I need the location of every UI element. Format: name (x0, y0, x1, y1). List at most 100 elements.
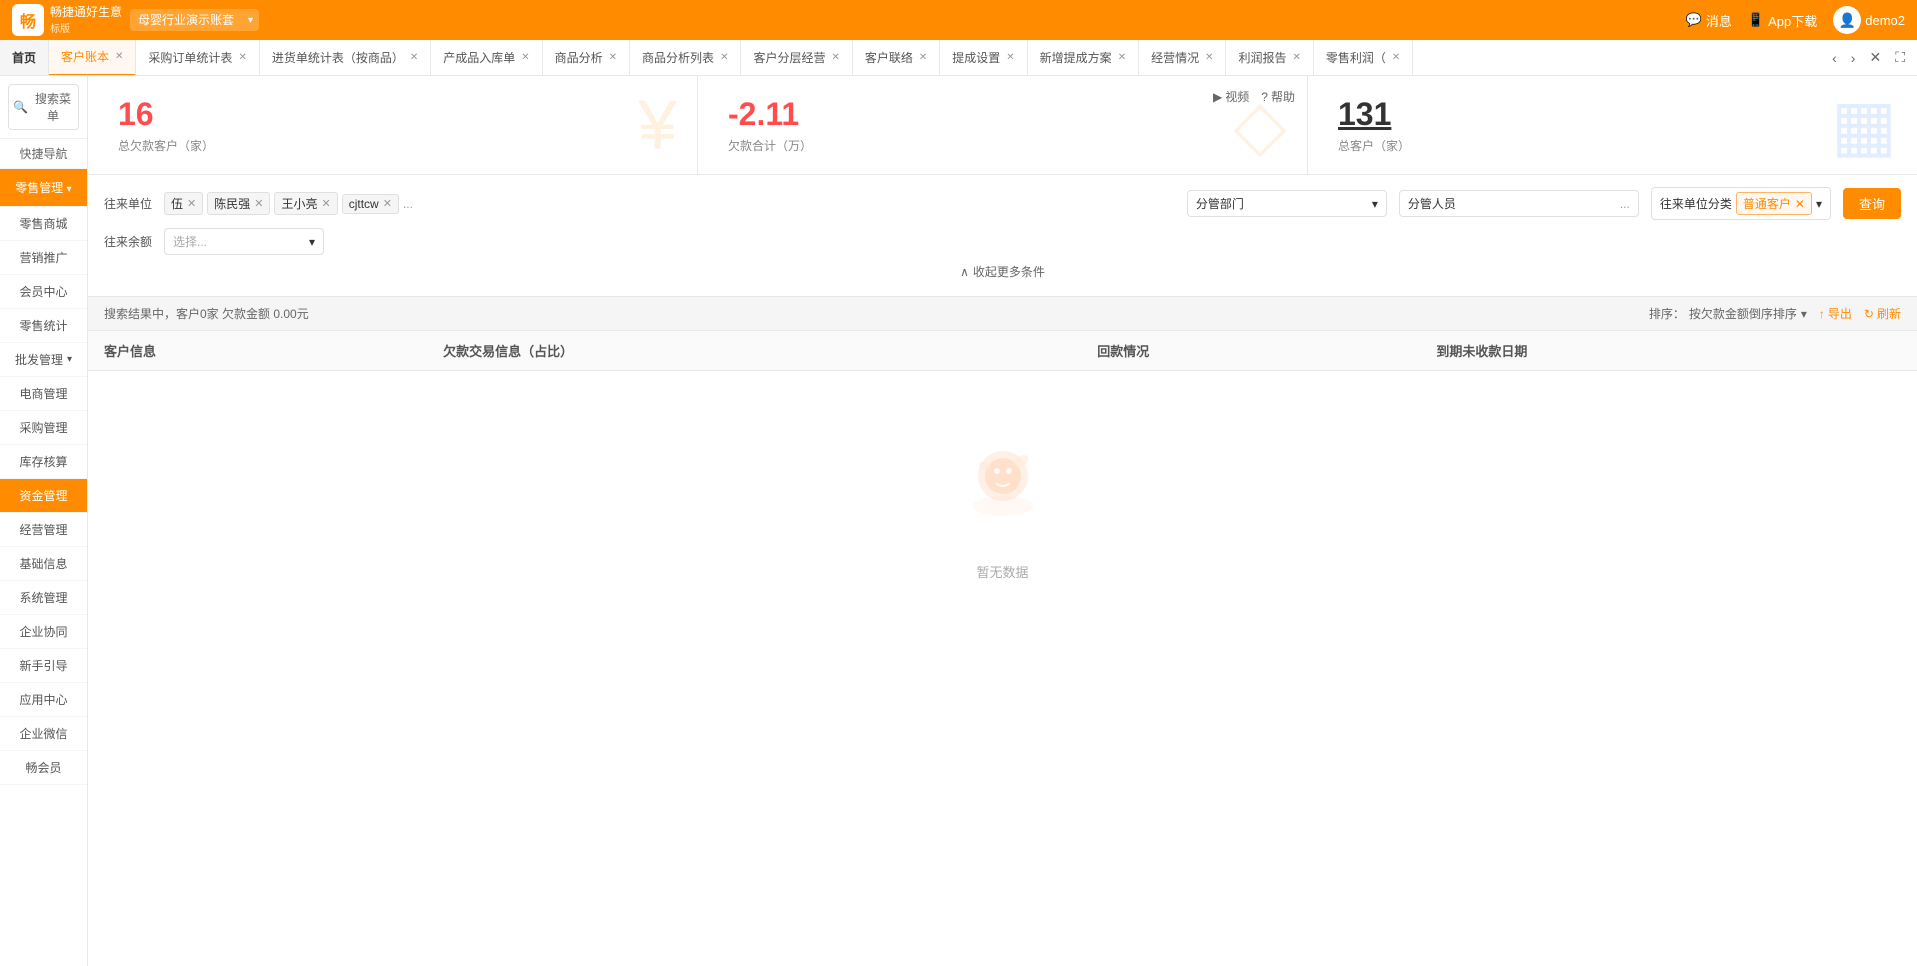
logo-icon: 畅 (12, 4, 44, 36)
nav-prev-arrow[interactable]: ‹ (1828, 50, 1841, 66)
sort-selector[interactable]: 排序： 按欠款金额倒序排序 ▾ (1649, 305, 1807, 322)
data-table: 客户信息 欠款交易信息（占比） 回款情况 到期未收款日期 (88, 331, 1917, 371)
sidebar-item-retail-mall[interactable]: 零售商城 (0, 207, 87, 241)
store-selector-wrap[interactable]: 母婴行业演示账套 (130, 9, 259, 31)
sidebar-item-member-vip[interactable]: 畅会员 (0, 751, 87, 785)
tab-profit-report[interactable]: 利润报告 ✕ (1226, 40, 1313, 76)
sidebar-item-finance-mgmt[interactable]: 资金管理 (0, 479, 87, 513)
unit-type-tag: 普通客户 ✕ (1736, 192, 1812, 215)
sidebar-item-system-mgmt[interactable]: 系统管理 (0, 581, 87, 615)
close-product-inbound-tab[interactable]: ✕ (521, 52, 529, 63)
sidebar-item-new-guide[interactable]: 新手引导 (0, 649, 87, 683)
sidebar-item-batch-mgmt[interactable]: 批发管理 ▾ (0, 343, 87, 377)
remove-tag-wu[interactable]: ✕ (187, 197, 196, 210)
sidebar-item-basic-info[interactable]: 基础信息 (0, 547, 87, 581)
col-customer-info: 客户信息 (88, 331, 427, 371)
manager-label: 分管人员 (1408, 195, 1456, 212)
chevron-up-icon: ∧ (960, 265, 969, 279)
remove-tag-chen[interactable]: ✕ (254, 197, 263, 210)
tab-customer-tier[interactable]: 客户分层经营 ✕ (741, 40, 852, 76)
tab-customer-ledger[interactable]: 客户账本 ✕ (49, 40, 136, 76)
message-btn[interactable]: 💬 消息 (1686, 11, 1732, 30)
sidebar-item-inventory-check[interactable]: 库存核算 (0, 445, 87, 479)
close-retail-profit-tab[interactable]: ✕ (1392, 52, 1400, 63)
export-btn[interactable]: ↑ 导出 (1819, 305, 1852, 322)
close-customer-tier-tab[interactable]: ✕ (831, 52, 839, 63)
search-icon: 🔍 (13, 100, 28, 114)
close-new-raise-tab[interactable]: ✕ (1118, 52, 1126, 63)
tab-new-raise[interactable]: 新增提成方案 ✕ (1028, 40, 1139, 76)
nav-expand[interactable]: ⛶ (1891, 49, 1909, 66)
refresh-btn[interactable]: ↻ 刷新 (1864, 305, 1901, 322)
balance-filter-label: 往来余额 (104, 233, 152, 250)
sidebar-item-operations-mgmt[interactable]: 经营管理 (0, 513, 87, 547)
balance-placeholder: 选择... (173, 233, 207, 250)
sidebar-item-marketing[interactable]: 营销推广 (0, 241, 87, 275)
close-product-analysis-list-tab[interactable]: ✕ (720, 52, 728, 63)
video-btn[interactable]: ▶ 视频 (1213, 88, 1249, 105)
search-menu-btn[interactable]: 🔍 搜索菜单 (8, 84, 79, 130)
balance-selector[interactable]: 选择... ▾ (164, 228, 324, 255)
close-purchase-order-tab[interactable]: ✕ (238, 52, 246, 63)
user-profile-btn[interactable]: 👤 demo2 (1833, 6, 1905, 34)
tab-product-analysis-list[interactable]: 商品分析列表 ✕ (630, 40, 741, 76)
table-head: 客户信息 欠款交易信息（占比） 回款情况 到期未收款日期 (88, 331, 1917, 371)
close-profit-report-tab[interactable]: ✕ (1293, 52, 1301, 63)
tab-product-analysis[interactable]: 商品分析 ✕ (543, 40, 630, 76)
unit-type-selector[interactable]: 往来单位分类 普通客户 ✕ ▾ (1651, 187, 1831, 220)
filter-tag-wang: 王小亮 ✕ (274, 192, 337, 215)
tab-customer-contact-label: 客户联络 (865, 49, 913, 66)
app-download-btn[interactable]: 📱 App下载 (1748, 11, 1817, 30)
tab-retail-profit[interactable]: 零售利润（ ✕ (1314, 40, 1413, 76)
summary-cards: ¥ 16 总欠款客户（家） ◇ -2.11 欠款合计（万） ▶ 视频 ? 帮助 (88, 76, 1917, 175)
close-customer-contact-tab[interactable]: ✕ (919, 52, 927, 63)
nav-close-all[interactable]: ✕ (1865, 49, 1885, 66)
tab-home[interactable]: 首页 (0, 40, 49, 76)
close-customer-ledger-tab[interactable]: ✕ (115, 51, 123, 62)
card3-label: 总客户（家） (1338, 137, 1410, 154)
filter-bar: 往来单位 伍 ✕ 陈民强 ✕ 王小亮 ✕ cjttcw (88, 175, 1917, 297)
sidebar: 🔍 搜索菜单 快捷导航 零售管理 ▾ 零售商城 营销推广 会员中心 零售统计 批… (0, 76, 88, 966)
help-btn[interactable]: ? 帮助 (1261, 88, 1295, 105)
unit-type-label: 往来单位分类 (1660, 195, 1732, 212)
tab-customer-contact[interactable]: 客户联络 ✕ (853, 40, 940, 76)
remove-tag-wang[interactable]: ✕ (322, 197, 331, 210)
col-overdue-date: 到期未收款日期 (1420, 331, 1917, 371)
sidebar-item-retail-stats[interactable]: 零售统计 (0, 309, 87, 343)
filter-more-tags[interactable]: ... (403, 197, 413, 211)
tab-business-status[interactable]: 经营情况 ✕ (1139, 40, 1226, 76)
unit-type-dropdown-icon: ▾ (1816, 197, 1822, 211)
store-selector[interactable]: 母婴行业演示账套 (130, 9, 259, 31)
sidebar-quick-nav[interactable]: 快捷导航 (0, 139, 87, 169)
tab-product-inbound[interactable]: 产成品入库单 ✕ (431, 40, 542, 76)
close-business-status-tab[interactable]: ✕ (1205, 52, 1213, 63)
filter-row-2: 往来余额 选择... ▾ (104, 228, 1901, 255)
tab-raise-settings[interactable]: 提成设置 ✕ (940, 40, 1027, 76)
tab-inbound-stats[interactable]: 进货单统计表（按商品） ✕ (260, 40, 431, 76)
dept-selector[interactable]: 分管部门 ▾ (1187, 190, 1387, 217)
export-icon: ↑ (1819, 307, 1825, 321)
close-product-analysis-tab[interactable]: ✕ (609, 52, 617, 63)
sidebar-item-purchase-mgmt[interactable]: 采购管理 (0, 411, 87, 445)
chevron-down-icon: ▾ (67, 184, 72, 195)
remove-unit-type-tag[interactable]: ✕ (1795, 197, 1805, 211)
sidebar-item-app-center[interactable]: 应用中心 (0, 683, 87, 717)
sidebar-item-member-center[interactable]: 会员中心 (0, 275, 87, 309)
tab-product-analysis-label: 商品分析 (555, 49, 603, 66)
query-button[interactable]: 查询 (1843, 188, 1901, 219)
sidebar-item-retail-mgmt[interactable]: 零售管理 ▾ (0, 169, 87, 207)
data-table-container: 客户信息 欠款交易信息（占比） 回款情况 到期未收款日期 (88, 331, 1917, 966)
collapse-filter-btn[interactable]: ∧ 收起更多条件 (104, 263, 1901, 280)
close-inbound-stats-tab[interactable]: ✕ (410, 52, 418, 63)
sort-label: 排序： (1649, 305, 1685, 322)
app-label: App下载 (1768, 11, 1817, 30)
sidebar-item-enterprise-wechat[interactable]: 企业微信 (0, 717, 87, 751)
remove-tag-cjttcw[interactable]: ✕ (383, 197, 392, 210)
sidebar-item-enterprise-collab[interactable]: 企业协同 (0, 615, 87, 649)
manager-selector[interactable]: 分管人员 ... (1399, 190, 1639, 217)
tab-purchase-order[interactable]: 采购订单统计表 ✕ (136, 40, 259, 76)
sidebar-item-ecommerce-mgmt[interactable]: 电商管理 (0, 377, 87, 411)
close-raise-settings-tab[interactable]: ✕ (1006, 52, 1014, 63)
tab-home-label: 首页 (12, 49, 36, 66)
nav-next-arrow[interactable]: › (1847, 50, 1860, 66)
